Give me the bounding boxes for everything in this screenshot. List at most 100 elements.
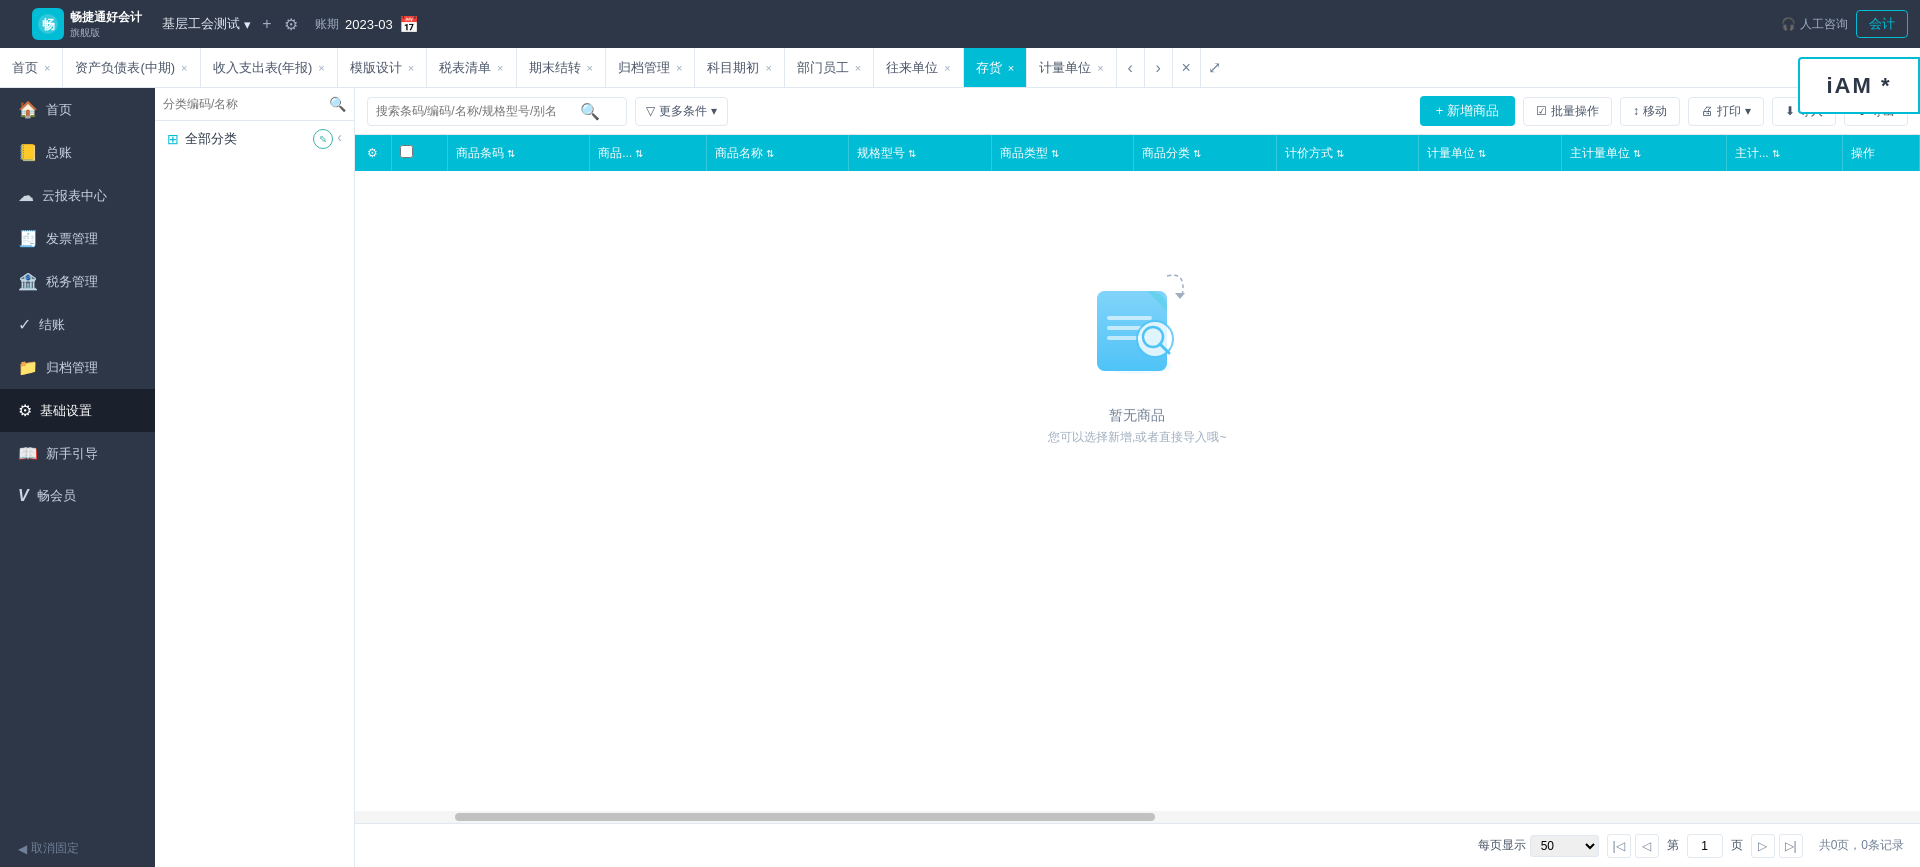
first-page-btn[interactable]: |◁ [1607, 834, 1631, 858]
tab-contacts[interactable]: 往来单位 × [874, 48, 963, 88]
ledger-icon: 📒 [18, 143, 38, 162]
col-unit[interactable]: 计量单位⇅ [1419, 135, 1562, 171]
tab-income[interactable]: 收入支出表(年报) × [201, 48, 338, 88]
sidebar-archive-label: 归档管理 [46, 359, 98, 377]
next-page-btn[interactable]: ▷ [1751, 834, 1775, 858]
tab-contacts-close[interactable]: × [944, 62, 950, 74]
tab-template-close[interactable]: × [408, 62, 414, 74]
filter-btn[interactable]: ▽ 更多条件 ▾ [635, 97, 728, 126]
page-number-input[interactable] [1687, 834, 1723, 858]
settings-gear-icon[interactable]: ⚙ [279, 12, 303, 36]
tab-subject-close[interactable]: × [765, 62, 771, 74]
all-categories-item[interactable]: ⊞ 全部分类 ✎ ‹ [155, 121, 354, 157]
tab-home-close[interactable]: × [44, 62, 50, 74]
category-search-input[interactable] [163, 97, 325, 111]
tab-department[interactable]: 部门员工 × [785, 48, 874, 88]
col-code[interactable]: 商品...⇅ [590, 135, 706, 171]
collapse-category-icon[interactable]: ‹ [337, 129, 342, 149]
tab-inventory[interactable]: 存货 × [964, 48, 1027, 88]
iam-badge[interactable]: iAM * [1798, 57, 1920, 114]
sort-type-icon: ⇅ [1051, 148, 1059, 159]
tab-expand-btn[interactable]: ⤢ [1201, 48, 1229, 88]
add-product-btn[interactable]: + 新增商品 [1420, 96, 1515, 126]
sidebar-item-home[interactable]: 🏠 首页 [0, 88, 155, 131]
svg-rect-6 [1107, 326, 1142, 330]
col-spec[interactable]: 规格型号⇅ [849, 135, 992, 171]
col-name[interactable]: 商品名称⇅ [706, 135, 849, 171]
search-icon[interactable]: 🔍 [580, 102, 600, 121]
horizontal-scrollbar[interactable] [355, 811, 1920, 823]
scrollbar-thumb[interactable] [455, 813, 1155, 821]
prev-page-btn[interactable]: ◁ [1635, 834, 1659, 858]
tab-tax-list[interactable]: 税表清单 × [427, 48, 516, 88]
sidebar-item-settings[interactable]: ⚙ 基础设置 [0, 389, 155, 432]
product-search-input[interactable] [376, 104, 576, 118]
tab-subject[interactable]: 科目期初 × [695, 48, 784, 88]
tab-inventory-label: 存货 [976, 59, 1002, 77]
sidebar-item-invoice[interactable]: 🧾 发票管理 [0, 217, 155, 260]
tab-archive-close[interactable]: × [676, 62, 682, 74]
tab-unit[interactable]: 计量单位 × [1027, 48, 1116, 88]
col-main-unit[interactable]: 主计量单位⇅ [1561, 135, 1726, 171]
tab-home[interactable]: 首页 × [0, 48, 63, 88]
sidebar-item-close[interactable]: ✓ 结账 [0, 303, 155, 346]
sidebar-item-archive[interactable]: 📁 归档管理 [0, 346, 155, 389]
sidebar-item-tax[interactable]: 🏦 税务管理 [0, 260, 155, 303]
col-price-method[interactable]: 计价方式⇅ [1276, 135, 1419, 171]
calendar-icon[interactable]: 📅 [399, 15, 419, 34]
tab-tax-list-close[interactable]: × [497, 62, 503, 74]
sidebar-item-ledger[interactable]: 📒 总账 [0, 131, 155, 174]
empty-title: 暂无商品 [1109, 407, 1165, 425]
batch-btn[interactable]: ☑ 批量操作 [1523, 97, 1612, 126]
company-selector[interactable]: 基层工会测试 ▾ [162, 15, 251, 33]
account-btn[interactable]: 会计 [1856, 10, 1908, 38]
unpin-icon: ◀ [18, 842, 27, 856]
select-all-checkbox[interactable] [400, 145, 413, 158]
batch-icon: ☑ [1536, 104, 1547, 118]
tab-next-btn[interactable]: › [1145, 48, 1173, 88]
tab-department-label: 部门员工 [797, 59, 849, 77]
svg-marker-11 [1175, 293, 1185, 299]
col-settings[interactable]: ⚙ [355, 135, 391, 171]
tab-prev-btn[interactable]: ‹ [1117, 48, 1145, 88]
per-page-select[interactable]: 50 100 200 [1530, 835, 1599, 857]
sidebar-item-guide[interactable]: 📖 新手引导 [0, 432, 155, 475]
print-btn[interactable]: 🖨 打印 ▾ [1688, 97, 1764, 126]
tab-balance-close[interactable]: × [181, 62, 187, 74]
col-checkbox[interactable] [391, 135, 447, 171]
col-category[interactable]: 商品分类⇅ [1134, 135, 1277, 171]
tab-department-close[interactable]: × [855, 62, 861, 74]
help-btn[interactable]: 🎧 人工咨询 [1781, 16, 1848, 33]
app-logo: 畅 [32, 8, 64, 40]
col-barcode[interactable]: 商品条码⇅ [447, 135, 590, 171]
period-value[interactable]: 2023-03 [345, 17, 393, 32]
col-type[interactable]: 商品类型⇅ [991, 135, 1134, 171]
last-page-btn[interactable]: ▷| [1779, 834, 1803, 858]
tab-period-end[interactable]: 期末结转 × [517, 48, 606, 88]
sidebar-item-reports[interactable]: ☁ 云报表中心 [0, 174, 155, 217]
move-btn[interactable]: ↕ 移动 [1620, 97, 1680, 126]
tab-period-end-close[interactable]: × [587, 62, 593, 74]
tab-template[interactable]: 模版设计 × [338, 48, 427, 88]
unpin-btn[interactable]: ◀ 取消固定 [0, 830, 155, 867]
move-icon: ↕ [1633, 104, 1639, 118]
tab-close-all-btn[interactable]: × [1173, 48, 1201, 88]
tab-inventory-close[interactable]: × [1008, 62, 1014, 74]
tab-archive[interactable]: 归档管理 × [606, 48, 695, 88]
move-label: 移动 [1643, 103, 1667, 120]
add-tab-btn[interactable]: + [255, 12, 279, 36]
filter-icon: ▽ [646, 104, 655, 118]
edit-category-icon[interactable]: ✎ [313, 129, 333, 149]
col-main-count[interactable]: 主计...⇅ [1726, 135, 1842, 171]
batch-label: 批量操作 [1551, 103, 1599, 120]
sidebar-item-member[interactable]: V 畅会员 [0, 475, 155, 517]
tab-unit-close[interactable]: × [1097, 62, 1103, 74]
sort-barcode-icon: ⇅ [507, 148, 515, 159]
help-label: 人工咨询 [1800, 16, 1848, 33]
tab-income-close[interactable]: × [318, 62, 324, 74]
category-search-icon[interactable]: 🔍 [329, 96, 346, 112]
left-panel-content: ⊞ 全部分类 ✎ ‹ [155, 121, 354, 867]
col-actions: 操作 [1842, 135, 1919, 171]
tab-balance-sheet[interactable]: 资产负债表(中期) × [63, 48, 200, 88]
right-panel: 🔍 ▽ 更多条件 ▾ + 新增商品 ☑ 批量操作 ↕ [355, 88, 1920, 867]
